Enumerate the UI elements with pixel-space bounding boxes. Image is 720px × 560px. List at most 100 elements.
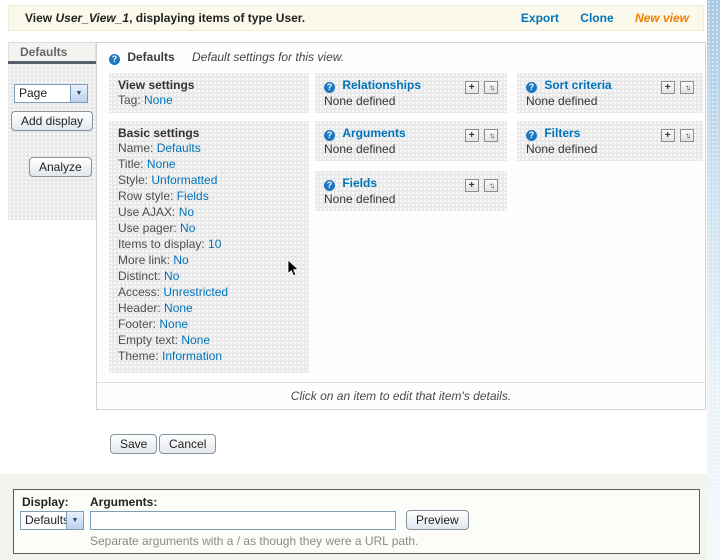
setting-label: Use pager: xyxy=(118,221,177,235)
setting-value-link[interactable]: None xyxy=(159,317,188,331)
setting-label: Tag: xyxy=(118,93,141,107)
relationships-header: + ↑↓ ? Relationships xyxy=(324,78,498,94)
theme-gradient-strip xyxy=(707,0,720,560)
filters-panel: + ↑↓ ? Filters None defined xyxy=(517,121,703,161)
filters-empty-text: None defined xyxy=(526,142,598,156)
setting-value-link[interactable]: No xyxy=(180,221,195,235)
arguments-ops: + ↑↓ xyxy=(463,127,498,142)
updown-glyph: ↑↓ xyxy=(489,131,495,140)
setting-value-link[interactable]: None xyxy=(147,157,176,171)
setting-value-link[interactable]: No xyxy=(179,205,194,219)
chevron-down-icon: ▼ xyxy=(70,85,87,102)
setting-row: Distinct: No xyxy=(118,268,300,284)
plus-glyph: + xyxy=(664,130,671,141)
setting-value-link[interactable]: Unformatted xyxy=(151,173,217,187)
display-settings-panel: ? Defaults Default settings for this vie… xyxy=(96,42,706,410)
setting-value-link[interactable]: 10 xyxy=(208,237,221,251)
help-icon[interactable]: ? xyxy=(109,54,120,65)
setting-row: Name: Defaults xyxy=(118,140,300,156)
setting-label: Distinct: xyxy=(118,269,161,283)
rearrange-icon[interactable]: ↑↓ xyxy=(680,129,694,142)
panel-heading: ? Defaults Default settings for this vie… xyxy=(109,50,344,65)
arguments-header: + ↑↓ ? Arguments xyxy=(324,126,498,142)
relationships-title-link[interactable]: Relationships xyxy=(342,78,421,92)
rearrange-icon[interactable]: ↑↓ xyxy=(680,81,694,94)
setting-label: Name: xyxy=(118,141,154,155)
fields-title-link[interactable]: Fields xyxy=(342,176,377,190)
panel-heading-title: Defaults xyxy=(127,50,175,64)
rearrange-icon[interactable]: ↑↓ xyxy=(484,81,498,94)
setting-row: Use AJAX: No xyxy=(118,204,300,220)
analyze-button[interactable]: Analyze xyxy=(29,157,92,177)
help-icon[interactable]: ? xyxy=(526,130,537,141)
setting-value-link[interactable]: Information xyxy=(162,349,222,363)
mouse-cursor xyxy=(287,259,300,283)
setting-row: Access: Unrestricted xyxy=(118,284,300,300)
filters-ops: + ↑↓ xyxy=(659,127,694,142)
rearrange-icon[interactable]: ↑↓ xyxy=(484,129,498,142)
sort-criteria-panel: + ↑↓ ? Sort criteria None defined xyxy=(517,73,703,113)
arguments-panel: + ↑↓ ? Arguments None defined xyxy=(315,121,507,161)
setting-label: Footer: xyxy=(118,317,157,331)
export-link[interactable]: Export xyxy=(521,11,559,25)
add-icon[interactable]: + xyxy=(464,179,479,192)
relationships-panel: + ↑↓ ? Relationships None defined xyxy=(315,73,507,113)
arguments-input[interactable] xyxy=(90,511,396,530)
help-icon[interactable]: ? xyxy=(324,82,335,93)
fields-header: + ↑↓ ? Fields xyxy=(324,176,498,192)
setting-value-link[interactable]: None xyxy=(181,333,210,347)
setting-row: Tag: None xyxy=(118,92,300,108)
setting-value-link[interactable]: None xyxy=(164,301,193,315)
preview-button[interactable]: Preview xyxy=(406,510,469,530)
chevron-down-icon: ▼ xyxy=(66,512,83,529)
basic-settings-panel: Basic settings Name: Defaults Title: Non… xyxy=(109,121,309,373)
plus-glyph: + xyxy=(468,180,475,191)
clone-link[interactable]: Clone xyxy=(580,11,613,25)
plus-glyph: + xyxy=(468,82,475,93)
sort-criteria-header: + ↑↓ ? Sort criteria xyxy=(526,78,694,94)
add-display-type-select[interactable]: Page ▼ xyxy=(14,84,88,103)
setting-value-link[interactable]: No xyxy=(164,269,179,283)
updown-glyph: ↑↓ xyxy=(685,131,691,140)
view-settings-panel: View settings Tag: None xyxy=(109,73,309,113)
panel-divider xyxy=(97,382,705,383)
setting-value-link[interactable]: Fields xyxy=(177,189,209,203)
tag-value-link[interactable]: None xyxy=(144,93,173,107)
setting-value-link[interactable]: Defaults xyxy=(157,141,201,155)
setting-value-link[interactable]: No xyxy=(173,253,188,267)
updown-glyph: ↑↓ xyxy=(685,83,691,92)
rearrange-icon[interactable]: ↑↓ xyxy=(484,179,498,192)
arguments-help-text: Separate arguments with a / as though th… xyxy=(90,534,419,548)
updown-glyph: ↑↓ xyxy=(489,181,495,190)
arguments-title-link[interactable]: Arguments xyxy=(342,126,405,140)
add-icon[interactable]: + xyxy=(660,81,675,94)
setting-label: Theme: xyxy=(118,349,159,363)
help-icon[interactable]: ? xyxy=(526,82,537,93)
add-icon[interactable]: + xyxy=(660,129,675,142)
sort-criteria-title-link[interactable]: Sort criteria xyxy=(544,78,611,92)
setting-label: Title: xyxy=(118,157,144,171)
help-icon[interactable]: ? xyxy=(324,180,335,191)
fields-ops: + ↑↓ xyxy=(463,177,498,192)
preview-display-select[interactable]: Defaults ▼ xyxy=(20,511,84,530)
view-title-prefix: View xyxy=(25,11,53,25)
filters-title-link[interactable]: Filters xyxy=(544,126,580,140)
setting-row: Row style: Fields xyxy=(118,188,300,204)
basic-settings-title: Basic settings xyxy=(118,126,200,140)
setting-label: Empty text: xyxy=(118,333,179,347)
setting-label: Style: xyxy=(118,173,149,187)
new-view-link[interactable]: New view xyxy=(635,11,689,25)
view-settings-title: View settings xyxy=(118,78,195,92)
cancel-button[interactable]: Cancel xyxy=(159,434,217,454)
add-icon[interactable]: + xyxy=(464,81,479,94)
add-display-button[interactable]: Add display xyxy=(11,111,94,131)
add-display-type-value: Page xyxy=(19,86,48,100)
setting-row: Style: Unformatted xyxy=(118,172,300,188)
add-icon[interactable]: + xyxy=(464,129,479,142)
view-title-bar: View User_View_1, displaying items of ty… xyxy=(8,5,704,31)
help-icon[interactable]: ? xyxy=(324,130,335,141)
save-button[interactable]: Save xyxy=(110,434,158,454)
tab-defaults[interactable]: Defaults xyxy=(8,42,96,61)
preview-display-value: Defaults xyxy=(25,513,70,527)
setting-value-link[interactable]: Unrestricted xyxy=(163,285,228,299)
